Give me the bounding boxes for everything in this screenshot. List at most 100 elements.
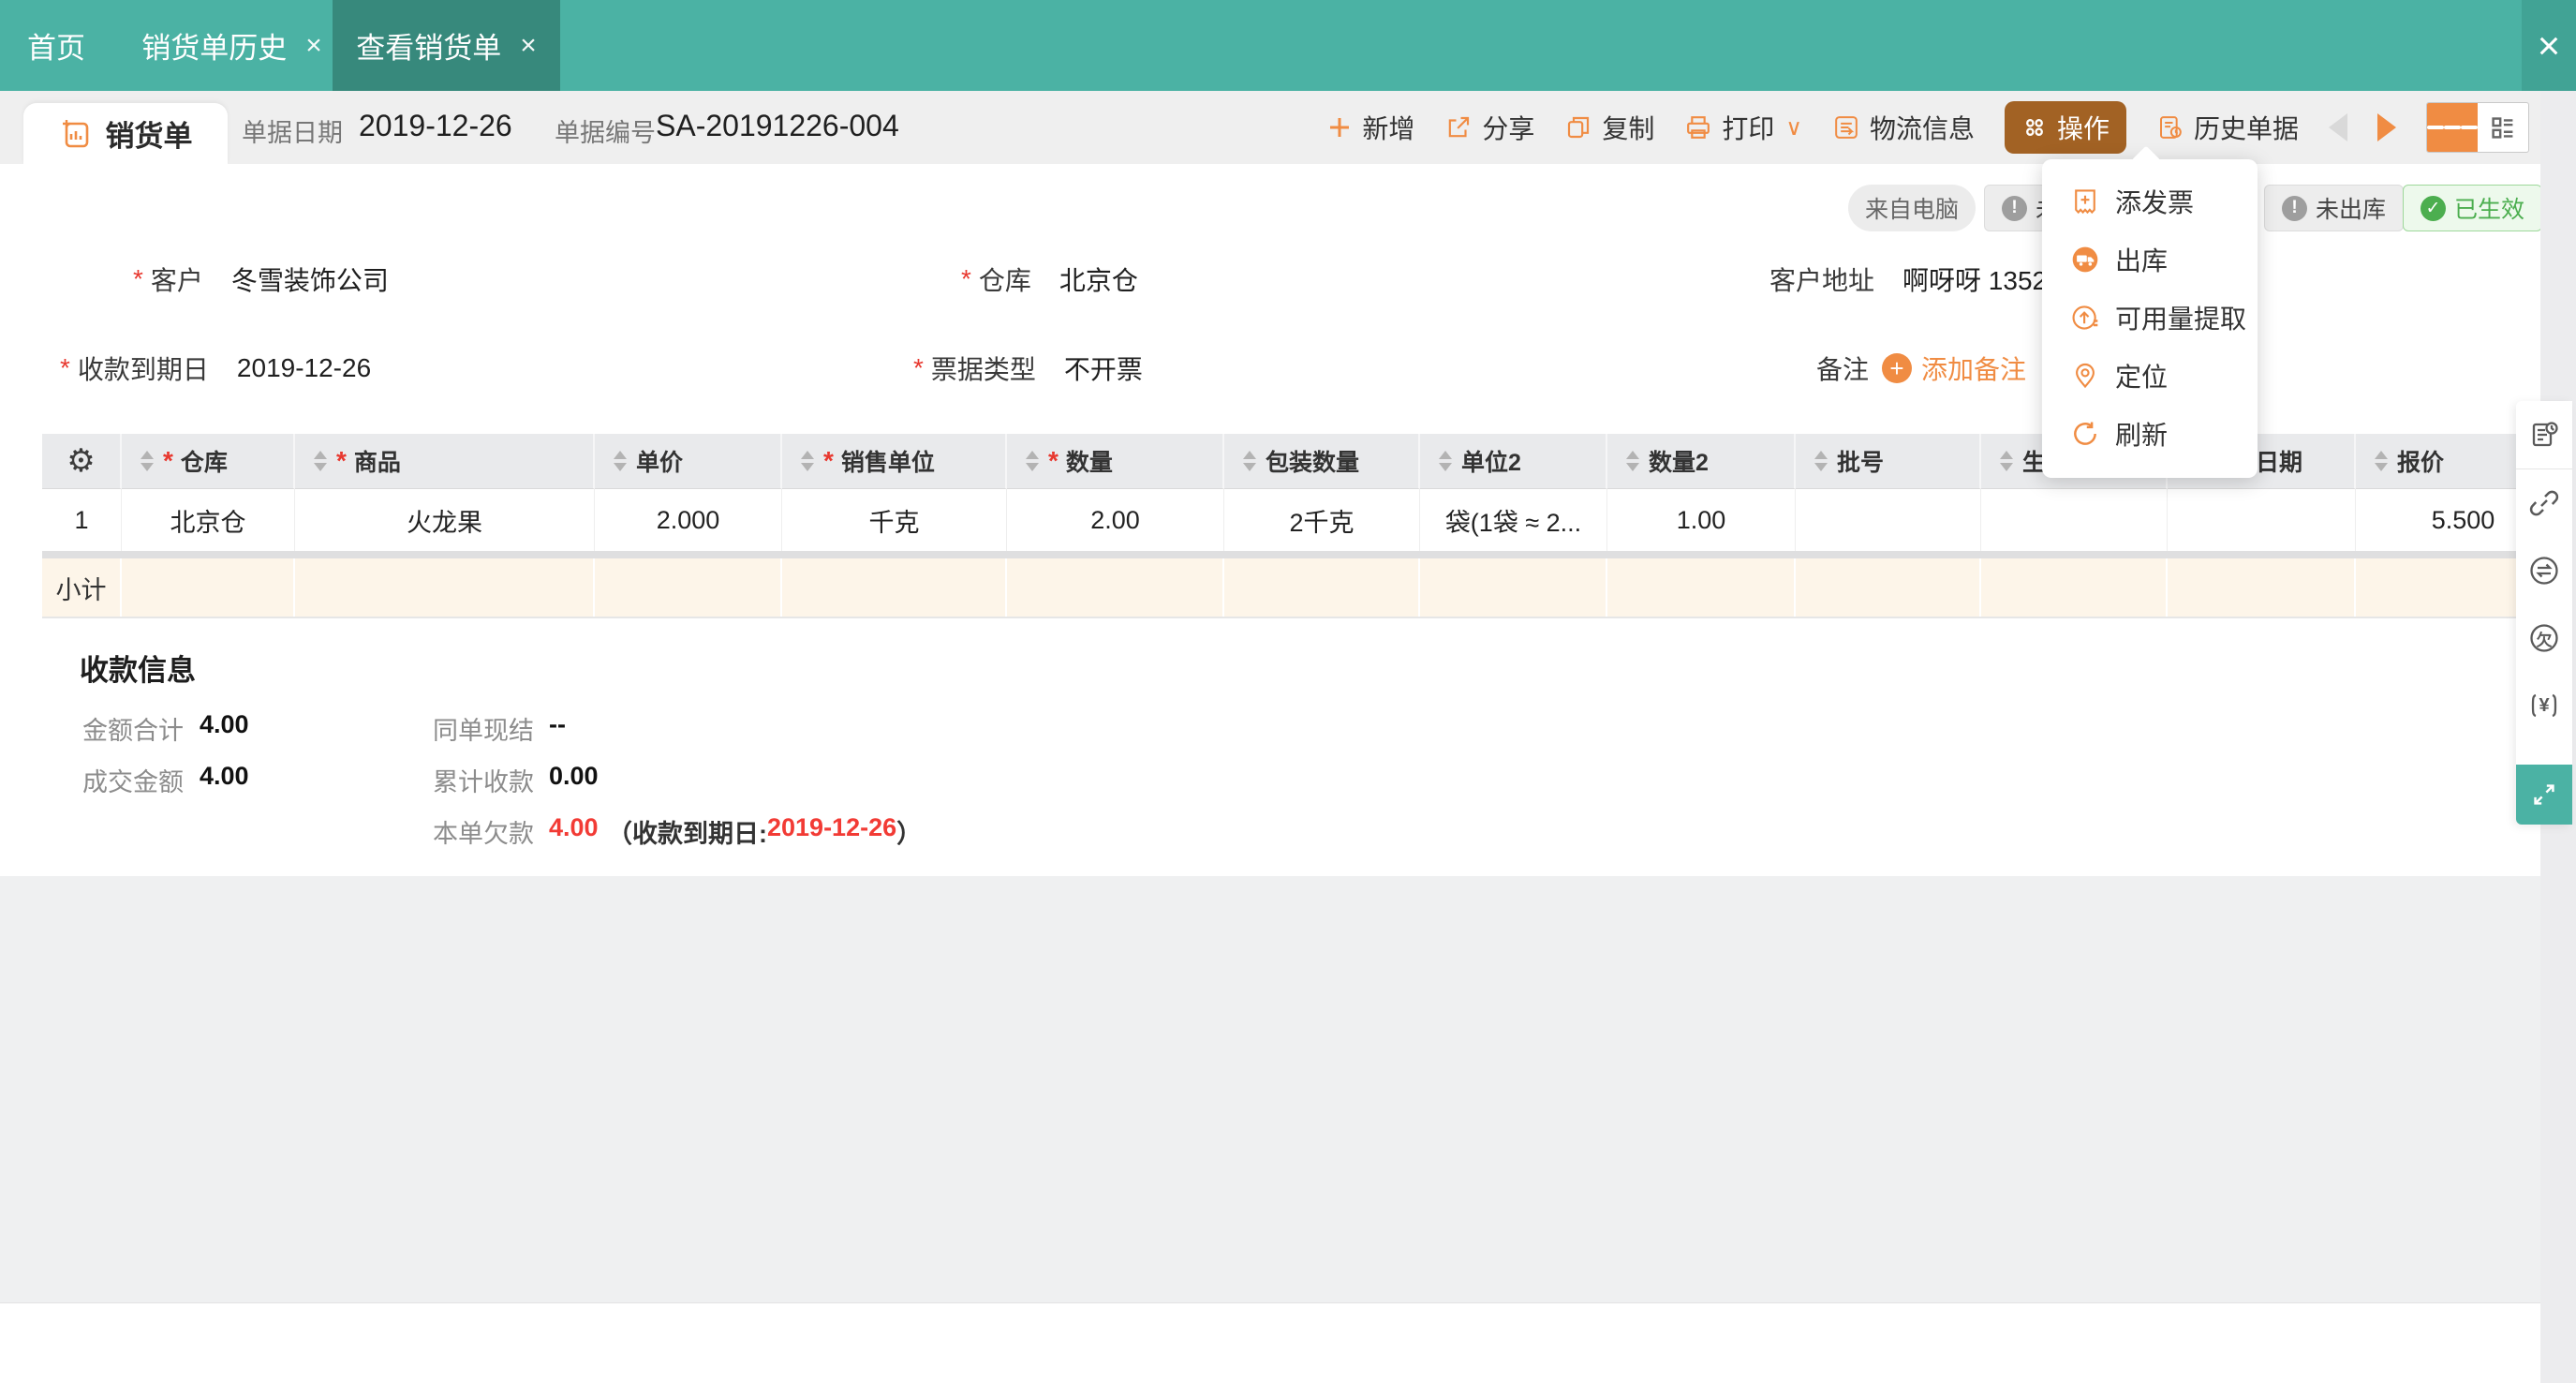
- cell-qty2[interactable]: 1.00: [1607, 489, 1796, 551]
- cell-batch[interactable]: [1796, 489, 1981, 551]
- same-order-cash-value: --: [549, 710, 566, 738]
- page-next-icon[interactable]: [2377, 113, 2396, 141]
- invoice-icon: [2075, 189, 2095, 215]
- invoice-type-value[interactable]: 不开票: [1064, 349, 1143, 387]
- menu-item-add-invoice[interactable]: 添发票: [2042, 172, 2258, 230]
- tab-home[interactable]: 首页: [0, 0, 112, 91]
- page-prev-icon[interactable]: [2329, 113, 2347, 141]
- transfer-button[interactable]: [2516, 537, 2572, 604]
- history-docs-button[interactable]: 历史单据: [2156, 109, 2299, 146]
- header-quote[interactable]: 报价: [2356, 434, 2520, 489]
- header-warehouse[interactable]: * 仓库: [122, 434, 295, 489]
- history-docs-label: 历史单据: [2193, 114, 2299, 143]
- sort-icon[interactable]: [801, 451, 814, 471]
- cell-quote[interactable]: 5.500: [2356, 489, 2520, 551]
- customer-field[interactable]: * 客户 冬雪装饰公司: [133, 260, 389, 298]
- add-remark-label: 添加备注: [1921, 355, 2027, 384]
- sort-icon[interactable]: [1243, 451, 1256, 471]
- header-batch[interactable]: 批号: [1796, 434, 1981, 489]
- header-quantity[interactable]: * 数量: [1007, 434, 1224, 489]
- required-mark: *: [1048, 446, 1059, 475]
- sort-icon[interactable]: [2000, 451, 2013, 471]
- tab-close-icon[interactable]: ×: [520, 30, 537, 62]
- sort-icon[interactable]: [1026, 451, 1039, 471]
- date-value[interactable]: 2019-12-26: [359, 109, 512, 143]
- sort-icon[interactable]: [614, 451, 627, 471]
- received-label: 累计收款: [433, 768, 534, 796]
- menu-item-locate[interactable]: 定位: [2042, 347, 2258, 405]
- cell-product[interactable]: 火龙果: [295, 489, 595, 551]
- warehouse-label: 仓库: [978, 266, 1031, 295]
- cell-exp-date[interactable]: [2168, 489, 2356, 551]
- price-button[interactable]: ¥: [2516, 672, 2572, 739]
- window-close-button[interactable]: ×: [2522, 0, 2576, 91]
- debt-due-label: 收款到期日:: [632, 820, 767, 848]
- header-product[interactable]: * 商品: [295, 434, 595, 489]
- invoice-type-field[interactable]: * 票据类型 不开票: [913, 349, 1143, 387]
- check-icon: ✓: [2421, 195, 2446, 221]
- header-unit-price[interactable]: 单价: [595, 434, 782, 489]
- list-view-button[interactable]: [2427, 103, 2478, 152]
- warehouse-value[interactable]: 北京仓: [1059, 260, 1138, 298]
- tab-view-sales-order-label: 查看销货单: [356, 32, 502, 65]
- menu-item-label: 定位: [2115, 363, 2169, 392]
- doc-log-button[interactable]: [2516, 401, 2572, 468]
- actions-button[interactable]: 操作: [2004, 101, 2126, 154]
- add-remark-button[interactable]: + 添加备注: [1882, 349, 2026, 387]
- menu-item-availability[interactable]: 可用量提取: [2042, 289, 2258, 347]
- print-label: 打印: [1722, 114, 1775, 143]
- expand-button[interactable]: [2516, 765, 2572, 825]
- header-unit2[interactable]: 单位2: [1420, 434, 1607, 489]
- link-button[interactable]: [2516, 469, 2572, 537]
- cell-pack-qty[interactable]: 2千克: [1224, 489, 1420, 551]
- chevron-down-icon[interactable]: ∨: [1785, 114, 1802, 141]
- required-mark: *: [961, 264, 971, 293]
- header-sale-unit[interactable]: * 销售单位: [782, 434, 1007, 489]
- horizontal-scrollbar[interactable]: [42, 551, 2520, 558]
- invoice-type-label: 票据类型: [930, 355, 1036, 384]
- customer-value[interactable]: 冬雪装饰公司: [231, 260, 389, 298]
- view-toggle: [2426, 102, 2529, 153]
- cell-sale-unit[interactable]: 千克: [782, 489, 1007, 551]
- total-amount-value: 4.00: [200, 710, 249, 738]
- add-button[interactable]: 新增: [1326, 109, 1414, 146]
- effective-badge: ✓ 已生效: [2403, 185, 2543, 231]
- doc-type-tab[interactable]: 销货单: [23, 103, 228, 164]
- debt-button[interactable]: 欠: [2516, 604, 2572, 672]
- due-date-field[interactable]: * 收款到期日 2019-12-26: [60, 349, 371, 387]
- due-date-value[interactable]: 2019-12-26: [237, 353, 371, 383]
- cell-quantity[interactable]: 2.00: [1007, 489, 1224, 551]
- history-doc-icon: [2159, 116, 2182, 139]
- warehouse-field[interactable]: * 仓库 北京仓: [961, 260, 1138, 298]
- debt-value: 4.00: [549, 813, 599, 841]
- column-settings-button[interactable]: ⚙: [42, 434, 122, 489]
- tab-view-sales-order[interactable]: 查看销货单 ×: [333, 0, 560, 91]
- sort-icon[interactable]: [1626, 451, 1639, 471]
- cell-unit2[interactable]: 袋(1袋 ≈ 2...: [1420, 489, 1607, 551]
- sort-icon[interactable]: [1814, 451, 1828, 471]
- header-pack-qty[interactable]: 包装数量: [1224, 434, 1420, 489]
- share-button[interactable]: 分享: [1444, 109, 1534, 146]
- menu-item-refresh[interactable]: 刷新: [2042, 405, 2258, 463]
- menu-item-outbound[interactable]: 出库: [2042, 230, 2258, 289]
- cell-prod-date[interactable]: [1981, 489, 2168, 551]
- sort-icon[interactable]: [2375, 451, 2388, 471]
- header-qty2[interactable]: 数量2: [1607, 434, 1796, 489]
- cell-unit-price[interactable]: 2.000: [595, 489, 782, 551]
- tab-close-icon[interactable]: ×: [305, 30, 322, 62]
- sort-icon[interactable]: [1439, 451, 1452, 471]
- card-view-button[interactable]: [2478, 103, 2528, 152]
- table-row[interactable]: 1 北京仓 火龙果 2.000 千克 2.00 2千克 袋(1袋 ≈ 2... …: [42, 489, 2520, 551]
- copy-button[interactable]: 复制: [1564, 109, 1654, 146]
- logistics-button[interactable]: 物流信息: [1832, 109, 1975, 146]
- sort-icon[interactable]: [314, 451, 327, 471]
- tab-sales-history[interactable]: 销货单历史 ×: [131, 0, 333, 91]
- cell-warehouse[interactable]: 北京仓: [122, 489, 295, 551]
- expand-icon: [2534, 784, 2554, 805]
- sort-icon[interactable]: [141, 451, 154, 471]
- menu-item-label: 可用量提取: [2115, 305, 2247, 334]
- quick-tools-sidebar: 欠 ¥: [2516, 401, 2572, 825]
- print-button[interactable]: 打印 ∨: [1684, 109, 1802, 146]
- location-pin-icon: [2076, 363, 2095, 389]
- row-index: 1: [42, 489, 122, 551]
